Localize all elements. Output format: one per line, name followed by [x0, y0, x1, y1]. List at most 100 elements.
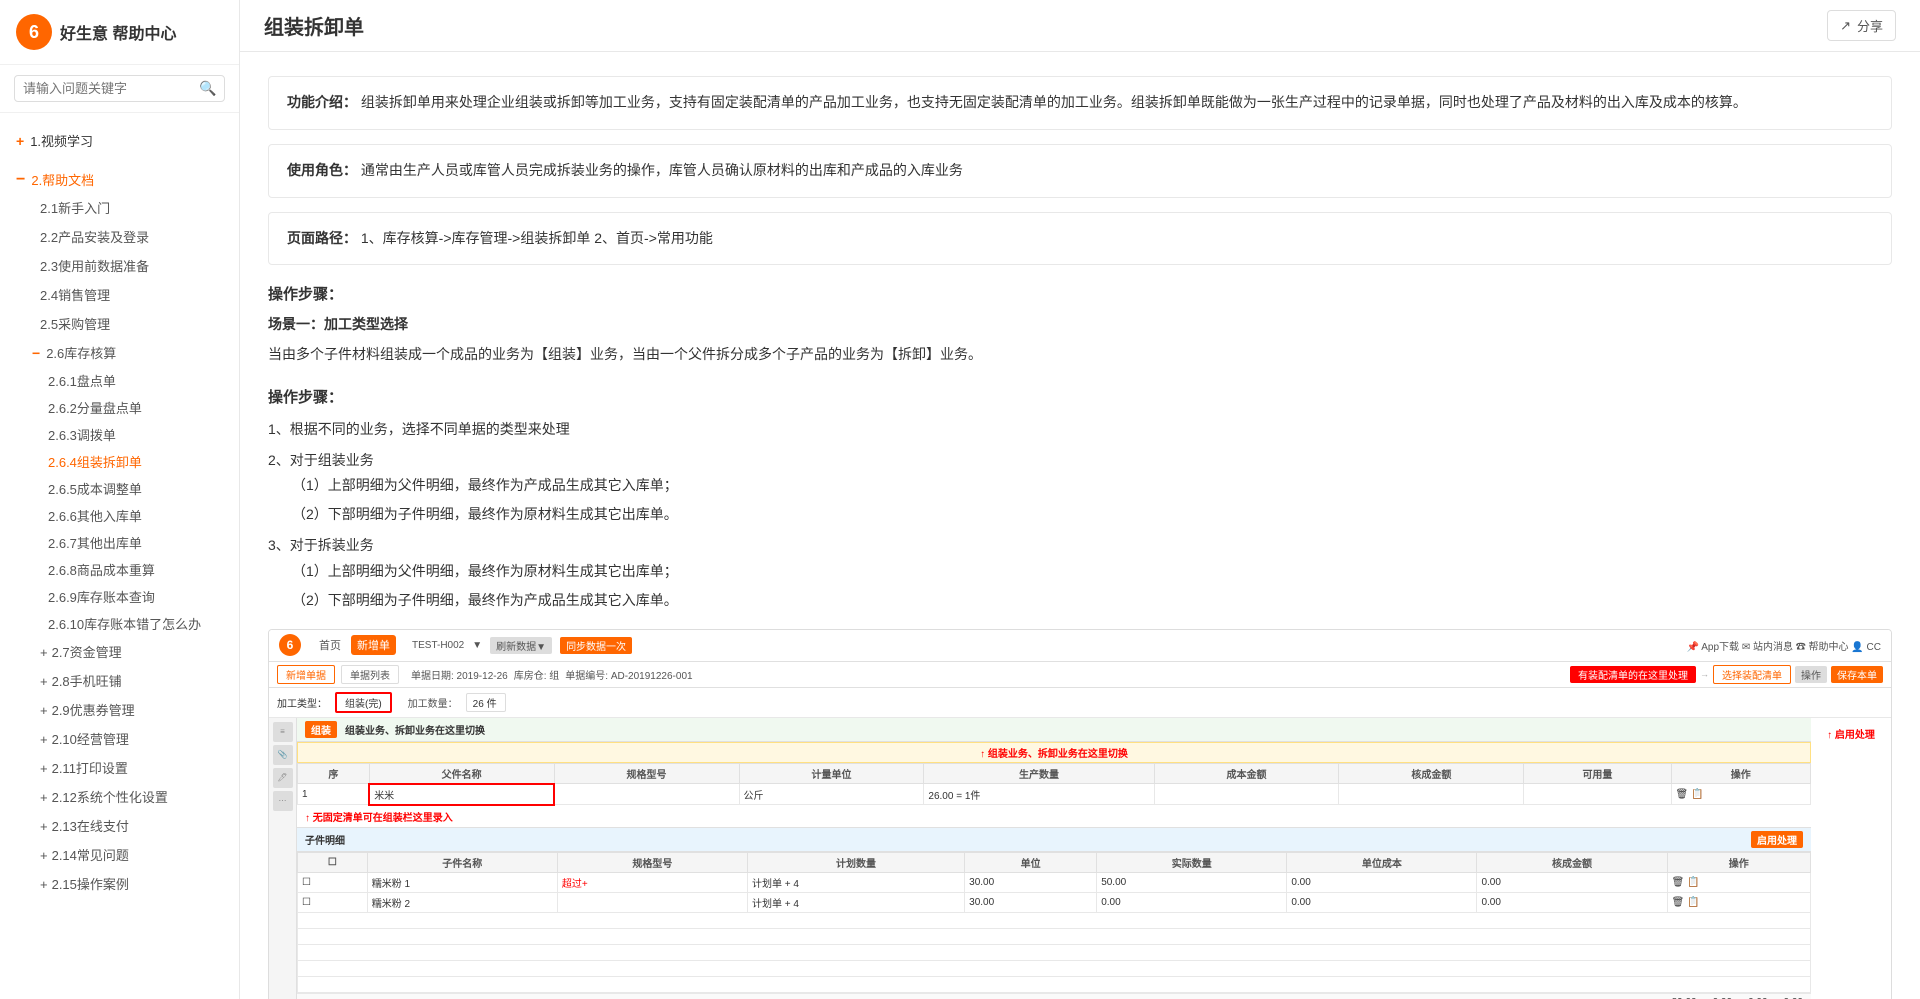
sidebar-item-s2-6-8[interactable]: 2.6.8商品成本重算	[44, 556, 223, 583]
mock-lower-section-hdr: 子件明细 启用处理	[297, 827, 1811, 852]
sidebar-item-s2-10[interactable]: +2.10经营管理	[32, 724, 223, 753]
mock-company: TEST-H002	[412, 640, 464, 651]
sidebar-item-s2-6-4[interactable]: 2.6.4组装拆卸单	[44, 448, 223, 475]
mock-spacer1: ▼	[472, 640, 482, 651]
sidebar-item-s2-1[interactable]: 2.1新手入门	[32, 193, 223, 222]
mock-arrow-up: ↑ 组装业务、拆卸业务在这里切换	[980, 745, 1128, 760]
lcell-chk-2: ☐	[298, 892, 368, 912]
mock-annotation3-label: ↑ 启用处理	[1827, 726, 1875, 741]
sidebar-item-s2-2[interactable]: 2.2产品安装及登录	[32, 222, 223, 251]
mock-annotation4: ↑ 无固定清单可在组装栏这里录入	[297, 806, 1811, 827]
sidebar-item-s2-6-1[interactable]: 2.6.1盘点单	[44, 367, 223, 394]
mock-upper-label: 组装业务、拆卸业务在这里切换	[345, 722, 485, 737]
collapse-icon-s2-6: −	[32, 345, 40, 361]
sidebar-item-s2-8[interactable]: +2.8手机旺铺	[32, 666, 223, 695]
sidebar-item-s2-14[interactable]: +2.14常见问题	[32, 840, 223, 869]
sidebar-item-s2-6-6[interactable]: 2.6.6其他入库单	[44, 502, 223, 529]
lower-row-4	[298, 928, 1811, 944]
sidebar-item-s2-6-5[interactable]: 2.6.5成本调整单	[44, 475, 223, 502]
ops-title: 操作步骤：	[268, 283, 1892, 304]
lcell-qty2-1: 计划单 + 4	[747, 872, 964, 892]
sidebar-section-2: − 2.帮助文档 2.1新手入门 2.2产品安装及登录 2.3使用前数据准备 2…	[0, 160, 239, 904]
sidebar-item-s2-6-7[interactable]: 2.6.7其他出库单	[44, 529, 223, 556]
lcol-spec2: 规格型号	[557, 852, 747, 872]
lower-row-3	[298, 912, 1811, 928]
mock-lbl-num: 加工数量：	[408, 695, 458, 710]
lcell-cost2-1: 0.00	[1287, 872, 1477, 892]
mock-form-area: 加工类型： 组装(完) 加工数量： 26 件	[269, 688, 1891, 718]
col-no: 序	[298, 763, 370, 784]
cell-spec-1	[554, 784, 739, 805]
search-input[interactable]	[23, 81, 199, 96]
scenario1-title: 场景一：加工类型选择	[268, 314, 1892, 334]
sidebar-item-s2-5[interactable]: 2.5采购管理	[32, 309, 223, 338]
sidebar-item-s2-6-2[interactable]: 2.6.2分量盘点单	[44, 394, 223, 421]
step-2-sub: （1）上部明细为父件明细，最终作为产成品生成其它入库单； （2）下部明细为子件明…	[268, 473, 1892, 527]
mock-btn-list: 单据列表	[341, 665, 399, 684]
lcol-ops2: 操作	[1667, 852, 1810, 872]
step-2: 2、对于组装业务 （1）上部明细为父件明细，最终作为产成品生成其它入库单； （2…	[268, 448, 1892, 528]
sidebar-item-s2-7[interactable]: +2.7资金管理	[32, 637, 223, 666]
mock-icon-2: 📎	[273, 745, 293, 765]
sidebar-sub-s2: 2.1新手入门 2.2产品安装及登录 2.3使用前数据准备 2.4销售管理 2.…	[16, 193, 223, 898]
cell-cost-1	[1154, 784, 1339, 805]
path-label: 页面路径：	[287, 230, 357, 246]
mock-orange-btn: 同步数据一次	[560, 637, 632, 654]
col-checked: 核成金额	[1339, 763, 1524, 784]
scenario1-intro: 当由多个子件材料组装成一个成品的业务为【组装】业务，当由一个父件拆分成多个子产品…	[268, 342, 1892, 367]
mock-icons-area: 📌 App下载 ✉ 站内消息 ☎ 帮助中心 👤 CC	[1687, 638, 1881, 653]
sidebar-item-s2-15[interactable]: +2.15操作案例	[32, 869, 223, 898]
lcell-ops2-2: 🗑 📋	[1667, 892, 1810, 912]
lcell-qty2-2: 计划单 + 4	[747, 892, 964, 912]
lcell-total-2: 0.00	[1477, 892, 1667, 912]
sidebar-item-s2-6-9[interactable]: 2.6.9库存账本查询	[44, 583, 223, 610]
col-avail: 可用量	[1524, 763, 1671, 784]
sidebar-item-s2-13[interactable]: +2.13在线支付	[32, 811, 223, 840]
sidebar-item-s1[interactable]: + 1.视频学习	[16, 127, 223, 154]
lcol-unit2: 单位	[965, 852, 1097, 872]
sidebar-item-s2-11[interactable]: +2.11打印设置	[32, 753, 223, 782]
lcell-ops2-1: 🗑 📋	[1667, 872, 1810, 892]
sidebar-item-s2[interactable]: − 2.帮助文档	[16, 166, 223, 193]
sidebar-item-s2-6-3[interactable]: 2.6.3调拨单	[44, 421, 223, 448]
step-3: 3、对于拆装业务 （1）上部明细为父件明细，最终作为原材料生成其它出库单； （2…	[268, 533, 1892, 613]
search-icon[interactable]: 🔍	[199, 80, 216, 97]
sidebar-item-s2-6-10[interactable]: 2.6.10库存账本错了怎么办	[44, 610, 223, 637]
mock-icon-4: ⋯	[273, 791, 293, 811]
screenshot-container: 6 首页 新增单 TEST-H002 ▼ 刷新数据▼ 同步数据一次 📌 App下…	[268, 629, 1892, 999]
cell-no-1: 1	[298, 784, 370, 805]
app-logo: 6	[16, 14, 52, 50]
sidebar-group-s2-6: − 2.6库存核算 2.6.1盘点单 2.6.2分量盘点单 2.6.3调拨单 2…	[32, 338, 223, 637]
mock-assembly-badge: 组装	[305, 721, 337, 738]
lcell-empty-4	[298, 928, 1811, 944]
cell-name-1: 米米	[369, 784, 554, 805]
mock-icon-1: ≡	[273, 722, 293, 742]
col-cost: 成本金额	[1154, 763, 1339, 784]
share-button[interactable]: ↗ 分享	[1827, 10, 1896, 41]
cell-avail-1	[1524, 784, 1671, 805]
lcell-empty-3	[298, 912, 1811, 928]
nav-tree: + 1.视频学习 − 2.帮助文档 2.1新手入门 2.2产品安装及登录 2.3…	[0, 113, 239, 999]
mock-app: 6 首页 新增单 TEST-H002 ▼ 刷新数据▼ 同步数据一次 📌 App下…	[269, 630, 1891, 999]
sidebar-item-s2-6[interactable]: − 2.6库存核算	[32, 338, 223, 367]
sidebar-label-s2-6: 2.6库存核算	[46, 343, 116, 362]
lcol-chk: ☐	[298, 852, 368, 872]
mock-content: ≡ 📎 🖊 ⋯ 组装 组装业务、拆卸业务在这里切换	[269, 718, 1891, 999]
sidebar-item-s2-12[interactable]: +2.12系统个性化设置	[32, 782, 223, 811]
steps-title: 操作步骤：	[268, 386, 1892, 407]
mock-summary-row: ◁ 1 ▷ 合计 89.00 0.00 0.00 0.00	[297, 993, 1811, 999]
lcol-name: 子件名称	[367, 852, 557, 872]
sidebar-item-s2-3[interactable]: 2.3使用前数据准备	[32, 251, 223, 280]
search-area: 🔍	[0, 65, 239, 113]
lcol-cost2: 单位成本	[1287, 852, 1477, 872]
mock-enable-btn: 启用处理	[1751, 831, 1803, 848]
cell-ops-1: 🗑 📋	[1671, 784, 1810, 805]
role-text: 通常由生产人员或库管人员完成拆装业务的操作，库管人员确认原材料的出库和产成品的入…	[361, 162, 963, 178]
step-1: 1、根据不同的业务，选择不同单据的类型来处理	[268, 417, 1892, 442]
sidebar-item-s2-9[interactable]: +2.9优惠券管理	[32, 695, 223, 724]
search-box[interactable]: 🔍	[14, 75, 225, 102]
step-2-2: （2）下部明细为子件明细，最终作为原材料生成其它出库单。	[292, 502, 1892, 527]
col-name: 父件名称	[369, 763, 554, 784]
mock-nav: 首页 新增单	[313, 635, 396, 655]
sidebar-item-s2-4[interactable]: 2.4销售管理	[32, 280, 223, 309]
